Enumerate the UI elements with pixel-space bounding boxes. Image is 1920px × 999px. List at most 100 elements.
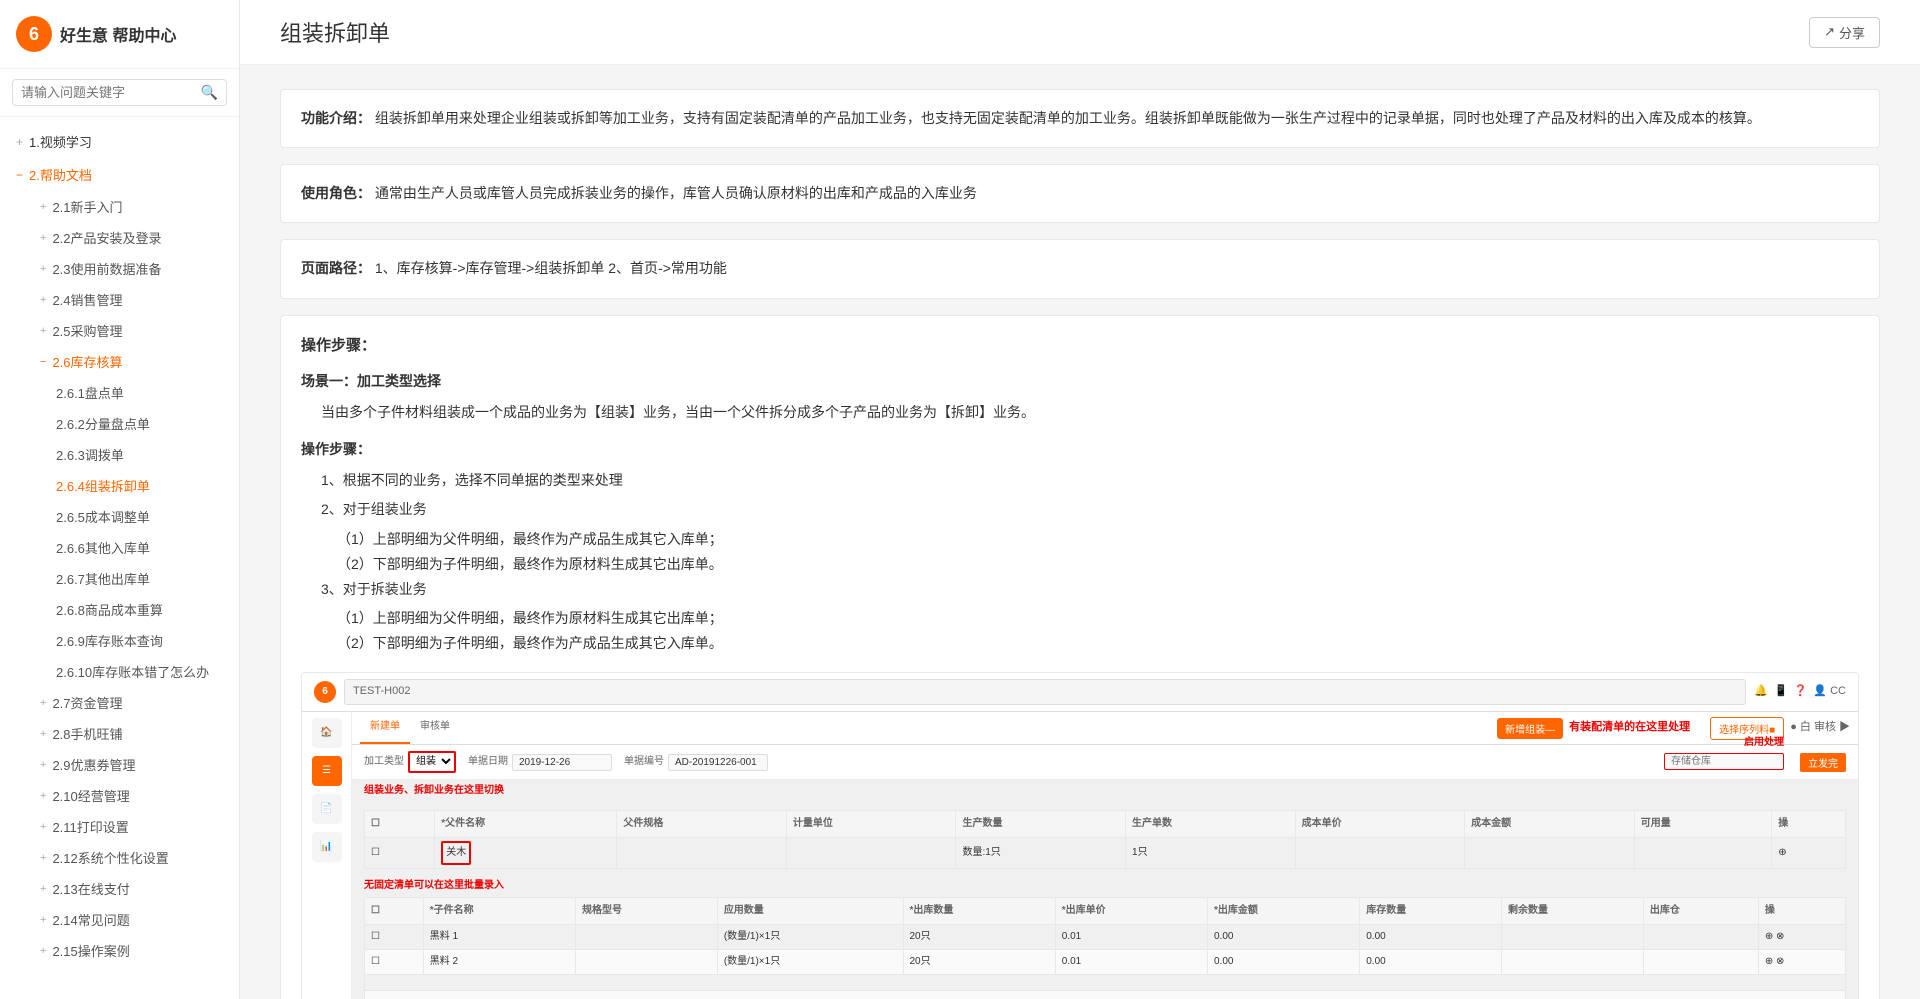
sim-number-input[interactable]: [668, 754, 768, 771]
ops-steps-label: 操作步骤：: [301, 437, 1859, 462]
path-block: 页面路径： 1、库存核算->库存管理->组装拆卸单 2、首页->常用功能: [280, 239, 1880, 298]
nav-sub-docs: + 2.1新手入门 + 2.2产品安装及登录 + 2.3使用前数据准备 + 2.…: [0, 191, 239, 966]
sub-th-op: 操: [1758, 898, 1845, 925]
sim-nav-icon4: 👤 CC: [1813, 682, 1846, 702]
sub-th-stock-qty: 库存数量: [1360, 898, 1502, 925]
step3: 3、对于拆装业务: [321, 577, 1859, 602]
sidebar-item-inv8[interactable]: 2.6.8商品成本重算: [40, 594, 239, 625]
sim-number-label: 单据编号: [624, 753, 664, 771]
sidebar-item-sales[interactable]: + 2.4销售管理: [24, 284, 239, 315]
sim-add-btn[interactable]: 新增组装—: [1497, 718, 1563, 739]
share-button[interactable]: ↗ 分享: [1809, 17, 1880, 48]
step3-2: （2）下部明细为子件明细，最终作为产成品生成其它入库单。: [337, 631, 1859, 656]
step2-2: （2）下部明细为子件明细，最终作为原材料生成其它出库单。: [337, 552, 1859, 577]
sidebar-item-inv5[interactable]: 2.6.5成本调整单: [40, 501, 239, 532]
plus-icon14: +: [40, 914, 46, 926]
screenshot-box: 6 TEST-H002 🔔 📱 ❓ 👤 CC 🏠: [301, 672, 1859, 999]
role-text: 通常由生产人员或库管人员完成拆装业务的操作，库管人员确认原材料的出库和产成品的入…: [375, 185, 977, 201]
sim-annotation4-row: 无固定清单可以在这里批量录入: [352, 877, 1858, 897]
sub-td-outqty2: 20只: [903, 950, 1055, 975]
sidebar-item-inv6[interactable]: 2.6.6其他入库单: [40, 532, 239, 563]
share-icon: ↗: [1824, 24, 1835, 40]
sidebar-item-fund[interactable]: + 2.7资金管理: [24, 687, 239, 718]
td-spec: [617, 838, 787, 869]
role-label: 使用角色：: [301, 185, 371, 201]
sidebar-item-install[interactable]: + 2.2产品安装及登录: [24, 222, 239, 253]
sidebar-item-docs[interactable]: − 2.帮助文档: [0, 158, 239, 191]
step2: 2、对于组装业务: [321, 497, 1859, 522]
sub-table-header-row: ☐ *子件名称 规格型号 应用数量 *出库数量 *出库单价 *出库金额 库存数量: [365, 898, 1846, 925]
scene1-block: 场景一：加工类型选择 当由多个子件材料组装成一个成品的业务为【组装】业务，当由一…: [301, 369, 1859, 425]
sidebar-item-inv9[interactable]: 2.6.9库存账本查询: [40, 625, 239, 656]
plus-icon15: +: [40, 945, 46, 957]
sim-annotation2-row: 组装业务、拆卸业务在这里切换: [352, 780, 1858, 802]
table-header-row: ☐ *父件名称 父件规格 计量单位 生产数量 生产单数 成本单价 成本金额: [365, 811, 1846, 838]
scene1-desc: 当由多个子件材料组装成一个成品的业务为【组装】业务，当由一个父件拆分成多个子产品…: [321, 400, 1859, 425]
sub-th-out-qty: *出库数量: [903, 898, 1055, 925]
sim-parent-table: ☐ *父件名称 父件规格 计量单位 生产数量 生产单数 成本单价 成本金额: [364, 810, 1846, 869]
sub-th-apply-qty: 应用数量: [717, 898, 903, 925]
sim-annotation4: 无固定清单可以在这里批量录入: [364, 877, 504, 895]
sim-confirm-btn[interactable]: 立发完: [1800, 753, 1846, 772]
sim-parent-table-area: ☐ *父件名称 父件规格 计量单位 生产数量 生产单数 成本单价 成本金额: [352, 802, 1858, 877]
sidebar-item-inv1[interactable]: 2.6.1盘点单: [40, 377, 239, 408]
plus-icon7: +: [40, 697, 46, 709]
table-row: ☐ 关木 数量:1只 1只: [365, 838, 1846, 869]
sidebar-item-operate[interactable]: + 2.10经营管理: [24, 780, 239, 811]
sim-logo: 6: [314, 681, 336, 703]
sub-td-name1: 黑料 1: [423, 925, 575, 950]
sidebar-item-system[interactable]: + 2.12系统个性化设置: [24, 842, 239, 873]
sidebar-item-purchase[interactable]: + 2.5采购管理: [24, 315, 239, 346]
sub-table-row: ☐ 黑料 2 (数量/1)×1只 20只 0.01 0.00 0.00: [365, 950, 1846, 975]
minus-icon2: −: [40, 356, 46, 368]
sim-annotation3: 启用处理: [1744, 734, 1784, 752]
sub-th-remain-qty: 剩余数量: [1502, 898, 1644, 925]
sim-tab-new[interactable]: 新建单: [360, 712, 410, 744]
sim-home-icon: 🏠: [312, 718, 342, 748]
sim-tabs: 新建单 审核单 新增组装— 有装配清单的在这里处理 选择序列料■ ● 白 审核 …: [352, 712, 1858, 745]
sim-header: 6 TEST-H002 🔔 📱 ❓ 👤 CC: [302, 673, 1858, 712]
sub-td-spec1: [576, 925, 718, 950]
sim-form-area: 加工类型 组装 拆卸 单据日期: [352, 745, 1858, 780]
sidebar-item-inv3[interactable]: 2.6.3调拨单: [40, 439, 239, 470]
sub-td-wh1: [1643, 925, 1758, 950]
sidebar-item-new[interactable]: + 2.1新手入门: [24, 191, 239, 222]
sub-th-out-price: *出库单价: [1055, 898, 1207, 925]
plus-icon11: +: [40, 821, 46, 833]
page-title: 组装拆卸单: [280, 16, 390, 48]
sidebar-item-inv10[interactable]: 2.6.10库存账本错了怎么办: [40, 656, 239, 687]
th-unit: 计量单位: [786, 811, 956, 838]
sidebar-item-inv4[interactable]: 2.6.4组装拆卸单: [40, 470, 239, 501]
plus-icon10: +: [40, 790, 46, 802]
sim-chart-icon: 📊: [312, 832, 342, 862]
sim-list-icon: ☰: [312, 756, 342, 786]
sidebar-item-online[interactable]: + 2.13在线支付: [24, 873, 239, 904]
sub-th-check: ☐: [365, 898, 424, 925]
sidebar-item-faq[interactable]: + 2.14常见问题: [24, 904, 239, 935]
sim-date-input[interactable]: [512, 754, 612, 771]
sidebar-item-video[interactable]: + 1.视频学习: [0, 125, 239, 158]
sidebar-item-inv2[interactable]: 2.6.2分量盘点单: [40, 408, 239, 439]
sub-td-outqty1: 20只: [903, 925, 1055, 950]
td-avail: [1634, 838, 1772, 869]
search-input[interactable]: [21, 85, 201, 100]
path-label: 页面路径：: [301, 260, 371, 276]
sidebar-item-mobile[interactable]: + 2.8手机旺铺: [24, 718, 239, 749]
sidebar-item-inventory[interactable]: − 2.6库存核算: [24, 346, 239, 377]
sidebar-item-print[interactable]: + 2.11打印设置: [24, 811, 239, 842]
sim-child-table: ☐ *子件名称 规格型号 应用数量 *出库数量 *出库单价 *出库金额 库存数量: [364, 897, 1846, 999]
plus-icon12: +: [40, 852, 46, 864]
sub-th-name: *子件名称: [423, 898, 575, 925]
plus-icon4: +: [40, 263, 46, 275]
sim-type-select[interactable]: 组装 拆卸: [410, 753, 454, 770]
sub-th-spec: 规格型号: [576, 898, 718, 925]
sim-tab-review[interactable]: 审核单: [410, 712, 460, 744]
sim-warehouse-input[interactable]: [1664, 753, 1784, 770]
sidebar-item-coupon[interactable]: + 2.9优惠券管理: [24, 749, 239, 780]
logo-area: 6 好生意 帮助中心: [0, 0, 239, 69]
sidebar-item-inv7[interactable]: 2.6.7其他出库单: [40, 563, 239, 594]
sidebar-item-cases[interactable]: + 2.15操作案例: [24, 935, 239, 966]
sidebar-item-prepare[interactable]: + 2.3使用前数据准备: [24, 253, 239, 284]
th-qty: 生产数量: [956, 811, 1126, 838]
search-icon[interactable]: 🔍: [201, 84, 218, 101]
